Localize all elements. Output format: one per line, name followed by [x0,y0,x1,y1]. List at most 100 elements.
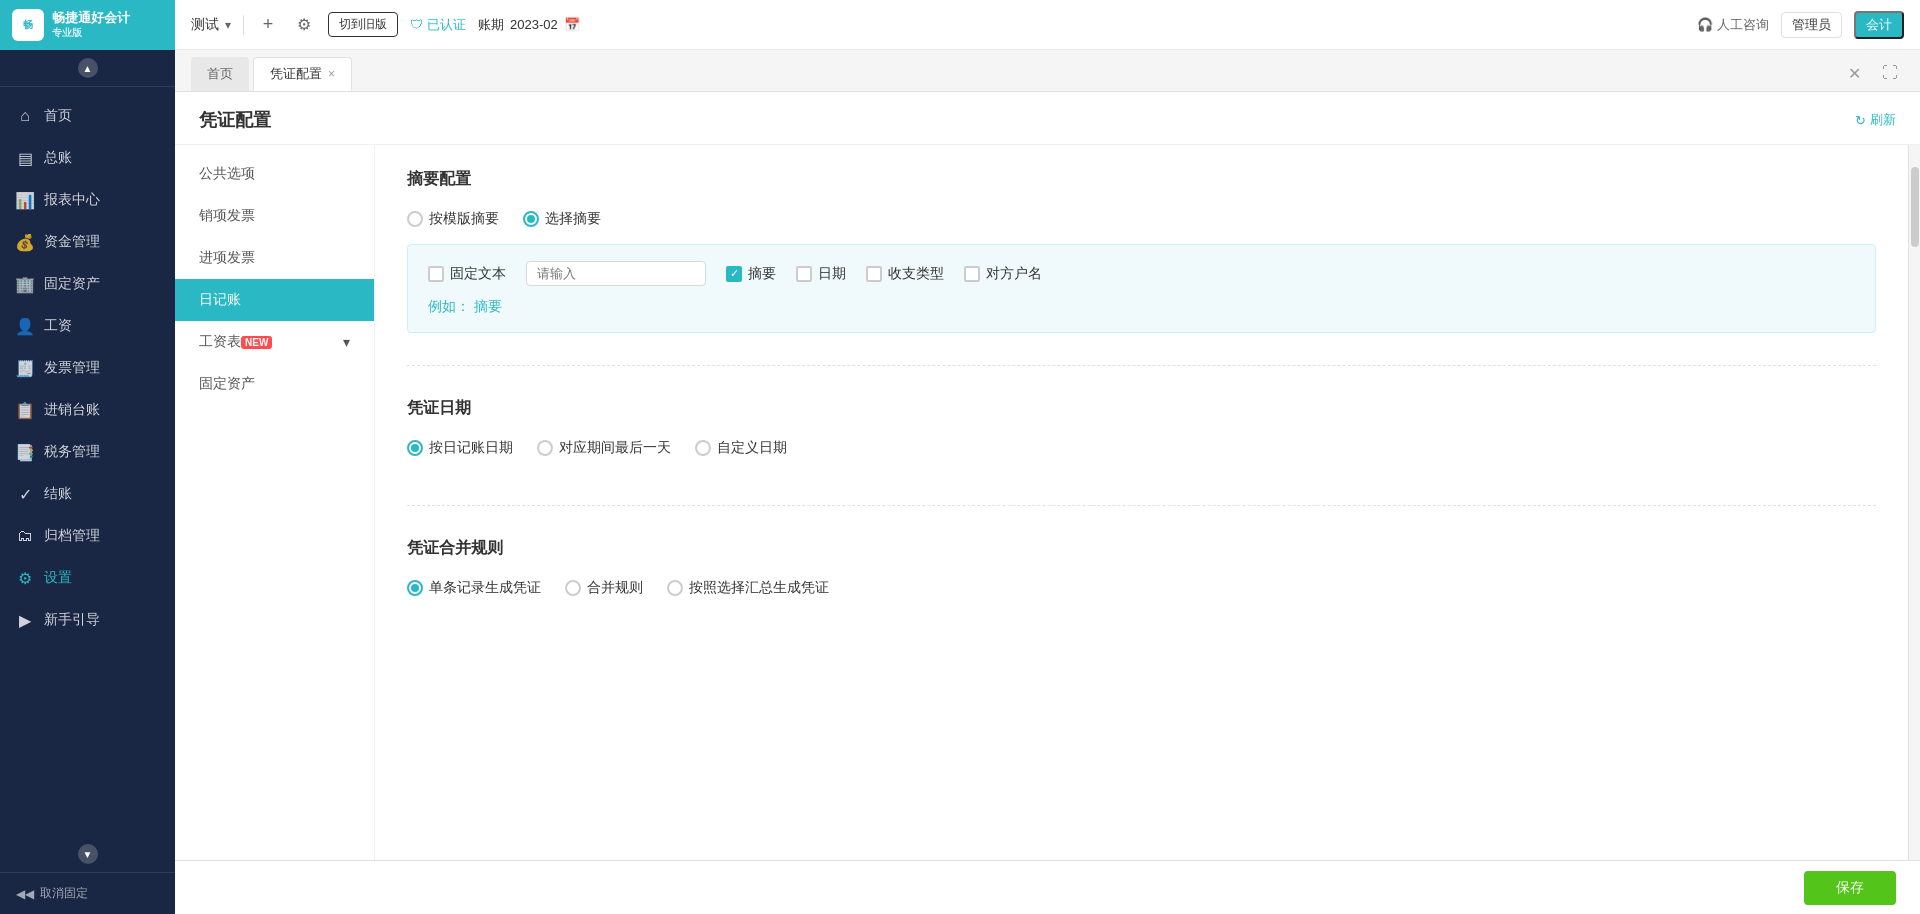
company-chevron-icon: ▾ [225,18,231,32]
date-section-title: 凭证日期 [407,398,1876,419]
checkbox-date-box [796,266,812,282]
radio-by-selection[interactable]: 按照选择汇总生成凭证 [667,579,829,597]
sidebar-item-tax[interactable]: 📑 税务管理 [0,431,175,473]
topbar: 测试 ▾ + ⚙ 切到旧版 🛡 已认证 账期 2023-02 📅 🎧 人工咨询 … [175,0,1920,50]
counterparty-label: 对方户名 [986,265,1042,283]
radio-circle-select [523,211,539,227]
left-nav-purchase-invoice[interactable]: 进项发票 [175,237,374,279]
tab-close-icon[interactable]: × [328,67,335,81]
radio-journal-date[interactable]: 按日记账日期 [407,439,513,457]
pin-label: 取消固定 [40,885,88,902]
save-button[interactable]: 保存 [1804,871,1896,905]
radio-select-summary[interactable]: 选择摘要 [523,210,601,228]
content-wrapper: 公共选项 销项发票 进项发票 日记账 工资表 NEW ▾ [175,145,1920,860]
archive-icon: 🗂 [16,527,34,545]
sidebar-item-trade[interactable]: 📋 进销台账 [0,389,175,431]
sidebar-item-ledger[interactable]: ▤ 总账 [0,137,175,179]
radio-custom-date[interactable]: 自定义日期 [695,439,787,457]
assets-icon: 🏢 [16,275,34,293]
tab-close-all-button[interactable]: ✕ [1840,59,1868,87]
logo-text: 畅捷通好会计 专业版 [52,10,130,40]
left-nav-sales-invoice[interactable]: 销项发票 [175,195,374,237]
left-nav-fixed-assets[interactable]: 固定资产 [175,363,374,405]
sidebar-item-reports[interactable]: 📊 报表中心 [0,179,175,221]
invoice-icon: 🧾 [16,359,34,377]
company-name: 测试 [191,16,219,34]
summary-options-box: 固定文本 摘要 日期 [407,244,1876,333]
fixed-text-input[interactable] [526,261,706,286]
tab-expand-button[interactable]: ⛶ [1876,59,1904,87]
radio-journal-date-label: 按日记账日期 [429,439,513,457]
pin-icon: ◀◀ [16,887,34,901]
left-nav-payroll-table[interactable]: 工资表 NEW ▾ [175,321,374,363]
switch-old-version-button[interactable]: 切到旧版 [328,12,398,37]
bottom-bar: 保存 [175,860,1920,914]
sidebar-item-assets[interactable]: 🏢 固定资产 [0,263,175,305]
payroll-chevron-icon: ▾ [343,334,350,350]
date-checkbox-label: 日期 [818,265,846,283]
radio-template-summary[interactable]: 按模版摘要 [407,210,499,228]
tax-icon: 📑 [16,443,34,461]
accounting-period[interactable]: 账期 2023-02 📅 [478,16,580,34]
period-value: 2023-02 [510,17,558,32]
sidebar-item-guide[interactable]: ▶ 新手引导 [0,599,175,641]
sidebar-item-settings[interactable]: ⚙ 设置 [0,557,175,599]
example-content: 摘要 [474,298,502,314]
refresh-button[interactable]: ↻ 刷新 [1855,111,1896,129]
sidebar-item-label: 结账 [44,485,72,503]
topbar-add-button[interactable]: + [256,13,280,37]
calendar-icon: 📅 [564,17,580,32]
user-button[interactable]: 管理员 [1781,12,1842,38]
left-nav-public[interactable]: 公共选项 [175,153,374,195]
voucher-date-section: 凭证日期 按日记账日期 对应期间最后一天 [407,398,1876,506]
radio-circle-custom-date [695,440,711,456]
checkbox-summary[interactable]: 摘要 [726,265,776,283]
radio-custom-date-label: 自定义日期 [717,439,787,457]
sidebar-item-archive[interactable]: 🗂 归档管理 [0,515,175,557]
checkbox-fixed-text[interactable]: 固定文本 [428,265,506,283]
page-area: 凭证配置 ↻ 刷新 公共选项 销项发票 进项发票 [175,92,1920,914]
merge-rules-section: 凭证合并规则 单条记录生成凭证 合并规则 [407,538,1876,645]
checkbox-income-type[interactable]: 收支类型 [866,265,944,283]
radio-single-record[interactable]: 单条记录生成凭证 [407,579,541,597]
example-text: 例如： 摘要 [428,298,1855,316]
topbar-settings-button[interactable]: ⚙ [292,13,316,37]
sidebar-item-label: 首页 [44,107,72,125]
tab-home[interactable]: 首页 [191,57,249,91]
radio-circle-journal-date [407,440,423,456]
sidebar-item-salary[interactable]: 👤 工资 [0,305,175,347]
new-badge: NEW [241,336,272,349]
tab-voucher-config[interactable]: 凭证配置 × [253,57,352,91]
left-nav-purchase-invoice-label: 进项发票 [199,249,255,267]
sidebar-item-label: 设置 [44,569,72,587]
sidebar-item-label: 归档管理 [44,527,100,545]
sidebar-item-home[interactable]: ⌂ 首页 [0,95,175,137]
radio-circle-selection [667,580,683,596]
left-nav-journal[interactable]: 日记账 [175,279,374,321]
sidebar-item-invoice[interactable]: 🧾 发票管理 [0,347,175,389]
home-icon: ⌂ [16,107,34,125]
role-button[interactable]: 会计 [1854,11,1904,39]
radio-merge-rules[interactable]: 合并规则 [565,579,643,597]
sidebar-item-settle[interactable]: ✓ 结账 [0,473,175,515]
sidebar-item-label: 进销台账 [44,401,100,419]
certified-icon: 🛡 [410,17,423,32]
sidebar-scroll-down[interactable]: ▼ [78,844,98,864]
sidebar-item-label: 固定资产 [44,275,100,293]
sidebar-scroll-up[interactable]: ▲ [78,58,98,78]
radio-last-day[interactable]: 对应期间最后一天 [537,439,671,457]
checkbox-counterparty[interactable]: 对方户名 [964,265,1042,283]
checkbox-fixed-text-box [428,266,444,282]
company-selector[interactable]: 测试 ▾ [191,16,231,34]
checkbox-date[interactable]: 日期 [796,265,846,283]
right-scrollbar[interactable] [1908,145,1920,860]
settings-icon: ⚙ [16,569,34,587]
customer-support-btn[interactable]: 🎧 人工咨询 [1697,16,1769,34]
sidebar-pin-toggle[interactable]: ◀◀ 取消固定 [0,872,175,914]
sidebar: 畅 畅捷通好会计 专业版 ▲ ⌂ 首页 ▤ 总账 📊 报表中心 [0,0,175,914]
radio-selection-label: 按照选择汇总生成凭证 [689,579,829,597]
radio-template-label: 按模版摘要 [429,210,499,228]
sidebar-item-funds[interactable]: 💰 资金管理 [0,221,175,263]
page-header: 凭证配置 ↻ 刷新 [175,92,1920,145]
example-prefix: 例如： [428,298,470,314]
